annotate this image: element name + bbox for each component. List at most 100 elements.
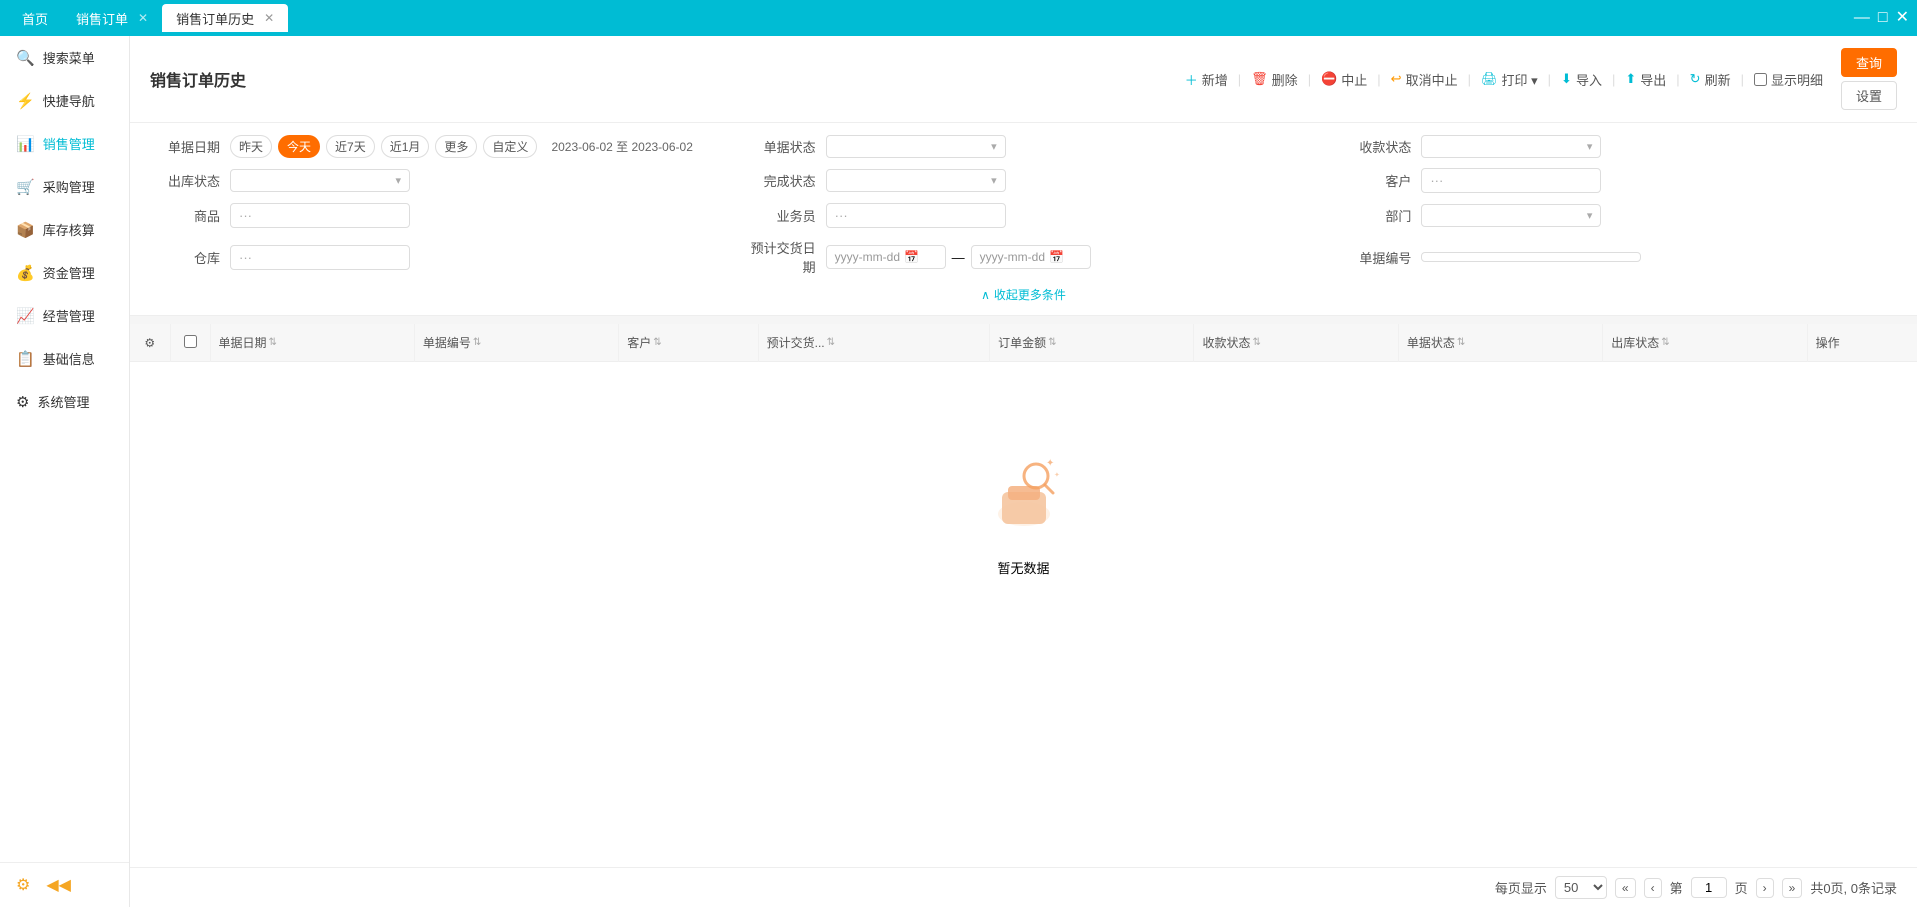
query-button[interactable]: 查询 [1841, 48, 1897, 77]
th-checkbox[interactable] [170, 324, 210, 362]
collapse-bar[interactable]: ∧ 收起更多条件 [150, 286, 1897, 303]
tab-sales-order-history-close[interactable]: ✕ [264, 11, 274, 25]
salesperson-label: 业务员 [746, 206, 826, 225]
th-receipt-status[interactable]: 收款状态 ⇅ [1194, 324, 1398, 362]
display-toggle-checkbox[interactable] [1754, 73, 1767, 86]
next-page-button[interactable]: › [1756, 878, 1774, 898]
first-page-button[interactable]: « [1615, 878, 1636, 898]
th-number[interactable]: 单据编号 ⇅ [414, 324, 618, 362]
status-select-arrow: ▾ [991, 140, 997, 153]
th-doc-status[interactable]: 单据状态 ⇅ [1398, 324, 1602, 362]
new-icon: ＋ [1185, 70, 1198, 89]
th-outbound-status[interactable]: 出库状态 ⇅ [1603, 324, 1807, 362]
th-customer[interactable]: 客户 ⇅ [619, 324, 758, 362]
expected-date-start-value: yyyy-mm-dd [835, 250, 900, 264]
display-toggle[interactable]: 显示明细 [1754, 70, 1823, 89]
last1month-btn[interactable]: 近1月 [381, 135, 430, 158]
th-amount[interactable]: 订单金额 ⇅ [990, 324, 1194, 362]
cancel-stop-button[interactable]: ↩ 取消中止 [1391, 70, 1458, 89]
th-expected-date-label: 预计交货... [767, 334, 825, 351]
filter-row-4: 仓库 ··· 预计交货日期 yyyy-mm-dd 📅 — [150, 238, 1897, 276]
stop-icon: ⛔ [1321, 71, 1337, 87]
sidebar-item-business-mgmt[interactable]: 📈 经营管理 [0, 294, 129, 337]
delete-button[interactable]: 🗑 删除 [1251, 70, 1298, 89]
business-mgmt-icon: 📈 [16, 307, 35, 325]
order-no-input[interactable] [1421, 252, 1641, 262]
dept-select[interactable]: ▾ [1421, 204, 1601, 227]
tab-sales-order-close[interactable]: ✕ [138, 11, 148, 25]
custom-btn[interactable]: 自定义 [483, 135, 537, 158]
yesterday-btn[interactable]: 昨天 [230, 135, 272, 158]
sidebar-item-purchase-mgmt[interactable]: 🛒 采购管理 [0, 165, 129, 208]
salesperson-input[interactable]: ··· [826, 203, 1006, 228]
last7days-btn[interactable]: 近7天 [326, 135, 375, 158]
dept-control: ▾ [1421, 204, 1897, 227]
th-amount-sort-icon: ⇅ [1048, 337, 1056, 348]
sidebar-settings-button[interactable]: ⚙ [16, 875, 30, 895]
tab-home[interactable]: 首页 [8, 4, 62, 32]
expected-date-start[interactable]: yyyy-mm-dd 📅 [826, 245, 946, 269]
status-select[interactable]: ▾ [826, 135, 1006, 158]
minimize-button[interactable]: — [1854, 10, 1870, 26]
th-number-label: 单据编号 [423, 334, 471, 351]
sidebar-item-inventory[interactable]: 📦 库存核算 [0, 208, 129, 251]
import-button[interactable]: ⬇ 导入 [1561, 70, 1602, 89]
collapse-label: 收起更多条件 [994, 286, 1066, 303]
th-expected-date[interactable]: 预计交货... ⇅ [758, 324, 989, 362]
close-window-button[interactable]: ✕ [1896, 10, 1909, 26]
sidebar-bottom: ⚙ ◀◀ [0, 862, 129, 907]
sidebar-item-base-info[interactable]: 📋 基础信息 [0, 337, 129, 380]
new-button[interactable]: ＋ 新增 [1185, 70, 1228, 89]
date-filter-label: 单据日期 [150, 137, 230, 156]
last-page-button[interactable]: » [1782, 878, 1803, 898]
filter-row-1: 单据日期 昨天 今天 近7天 近1月 更多 自定义 2023-06-02 至 2… [150, 135, 1897, 158]
sidebar-item-finance[interactable]: 💰 资金管理 [0, 251, 129, 294]
sidebar-item-quick-nav-label: 快捷导航 [43, 91, 95, 110]
print-button[interactable]: 🖨 打印 ▾ [1481, 70, 1538, 89]
today-btn[interactable]: 今天 [278, 135, 320, 158]
prev-page-button[interactable]: ‹ [1644, 878, 1662, 898]
th-number-sort-icon: ⇅ [473, 337, 481, 348]
outbound-status-select[interactable]: ▾ [230, 169, 410, 192]
export-button[interactable]: ⬆ 导出 [1625, 70, 1666, 89]
sidebar-item-search-menu[interactable]: 🔍 搜索菜单 [0, 36, 129, 79]
sidebar-item-sys-mgmt-label: 系统管理 [37, 392, 89, 411]
warehouse-control: ··· [230, 245, 706, 270]
expected-date-control: yyyy-mm-dd 📅 — yyyy-mm-dd 📅 [826, 245, 1302, 269]
refresh-button[interactable]: ↻ 刷新 [1690, 70, 1731, 89]
empty-state: ✦ ✦ 暂无数据 [130, 362, 1917, 657]
goods-input[interactable]: ··· [230, 203, 410, 228]
tab-sales-order-history[interactable]: 销售订单历史 ✕ [162, 4, 288, 32]
export-label: 导出 [1640, 70, 1666, 89]
goods-control: ··· [230, 203, 706, 228]
sidebar-item-sales-mgmt[interactable]: 📊 销售管理 [0, 122, 129, 165]
warehouse-input[interactable]: ··· [230, 245, 410, 270]
expected-date-end[interactable]: yyyy-mm-dd 📅 [971, 245, 1091, 269]
base-info-icon: 📋 [16, 350, 35, 368]
th-outbound-status-sort-icon: ⇅ [1661, 337, 1669, 348]
select-all-checkbox[interactable] [184, 335, 197, 348]
sidebar-collapse-button[interactable]: ◀◀ [46, 875, 71, 895]
sidebar-item-quick-nav[interactable]: ⚡ 快捷导航 [0, 79, 129, 122]
th-settings[interactable]: ⚙ [130, 324, 170, 362]
receipt-status-select[interactable]: ▾ [1421, 135, 1601, 158]
date-range-separator: — [952, 250, 965, 265]
th-outbound-status-label: 出库状态 [1611, 334, 1659, 351]
page-header: 销售订单历史 ＋ 新增 | 🗑 删除 | ⛔ 中止 | ↩ [130, 36, 1917, 123]
stop-label: 中止 [1341, 70, 1367, 89]
table-settings-icon[interactable]: ⚙ [144, 336, 155, 350]
new-label: 新增 [1202, 70, 1228, 89]
page-size-select[interactable]: 50 20 100 [1555, 876, 1607, 899]
tab-sales-order[interactable]: 销售订单 ✕ [62, 4, 162, 32]
page-number-input[interactable] [1691, 877, 1727, 898]
export-icon: ⬆ [1625, 71, 1636, 87]
complete-status-select[interactable]: ▾ [826, 169, 1006, 192]
setting-button[interactable]: 设置 [1841, 81, 1897, 110]
customer-input[interactable]: ··· [1421, 168, 1601, 193]
more-btn[interactable]: 更多 [435, 135, 477, 158]
maximize-button[interactable]: □ [1878, 10, 1888, 26]
sidebar-item-sys-mgmt[interactable]: ⚙ 系统管理 [0, 380, 129, 423]
refresh-icon: ↻ [1690, 71, 1701, 87]
th-date[interactable]: 单据日期 ⇅ [210, 324, 414, 362]
stop-button[interactable]: ⛔ 中止 [1321, 70, 1367, 89]
